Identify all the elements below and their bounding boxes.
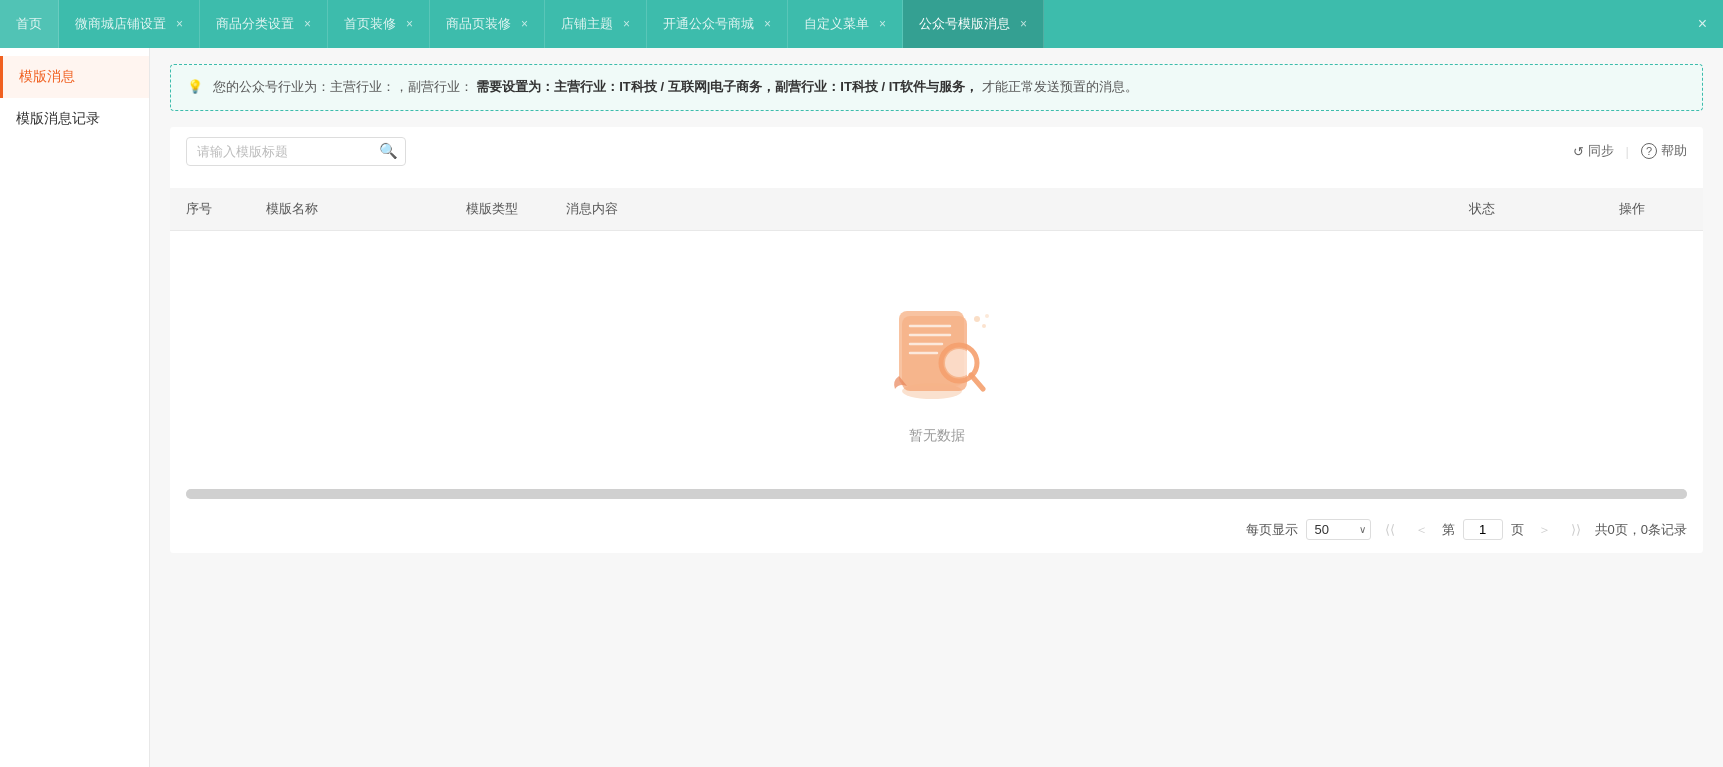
sync-button[interactable]: ↺ 同步 <box>1573 142 1614 160</box>
search-icon: 🔍 <box>379 142 398 159</box>
sidebar: 模版消息 模版消息记录 <box>0 48 150 767</box>
search-button[interactable]: 🔍 <box>379 142 398 160</box>
search-input-wrap: 🔍 <box>186 137 406 166</box>
nav-tab-product-decoration[interactable]: 商品页装修 × <box>430 0 545 48</box>
search-bar: 🔍 ↺ 同步 | ? 帮助 <box>170 127 1703 176</box>
col-action: 操作 <box>1603 188 1703 231</box>
page-unit-label: 页 <box>1511 521 1524 539</box>
last-page-button[interactable]: ⟩⟩ <box>1565 520 1587 539</box>
actions-divider: | <box>1626 144 1629 159</box>
sidebar-item-template-msg[interactable]: 模版消息 <box>0 56 149 98</box>
sidebar-item-template-msg-label: 模版消息 <box>19 68 75 84</box>
sidebar-item-template-msg-record[interactable]: 模版消息记录 <box>0 98 149 140</box>
table-container: 🔍 ↺ 同步 | ? 帮助 <box>170 127 1703 553</box>
close-product-decoration[interactable]: × <box>521 17 528 31</box>
close-store-theme[interactable]: × <box>623 17 630 31</box>
close-category-settings[interactable]: × <box>304 17 311 31</box>
help-icon: ? <box>1641 143 1657 159</box>
nav-tab-store-theme[interactable]: 店铺主题 × <box>545 0 647 48</box>
svg-line-9 <box>971 375 983 389</box>
data-table: 序号 模版名称 模版类型 消息内容 状态 操作 <box>170 188 1703 485</box>
col-name: 模版名称 <box>250 188 450 231</box>
nav-tab-custom-menu-label: 自定义菜单 <box>804 15 869 33</box>
nav-tab-shop-settings[interactable]: 微商城店铺设置 × <box>59 0 200 48</box>
prev-page-button[interactable]: ＜ <box>1409 519 1434 541</box>
notice-banner: 💡 您的公众号行业为：主营行业：，副营行业： 需要设置为：主营行业：IT科技 /… <box>170 64 1703 111</box>
close-open-wechat-mall[interactable]: × <box>764 17 771 31</box>
svg-point-10 <box>974 316 980 322</box>
nav-tab-template-msg-label: 公众号模版消息 <box>919 15 1010 33</box>
empty-text: 暂无数据 <box>909 427 965 445</box>
page-size-select[interactable]: 10 20 50 100 <box>1306 519 1371 540</box>
page-size-label: 每页显示 <box>1246 521 1298 539</box>
empty-illustration <box>877 291 997 411</box>
help-button[interactable]: ? 帮助 <box>1641 142 1687 160</box>
svg-point-11 <box>982 324 986 328</box>
page-size-select-wrap[interactable]: 10 20 50 100 <box>1306 519 1371 540</box>
nav-tab-custom-menu[interactable]: 自定义菜单 × <box>788 0 903 48</box>
nav-tab-product-decoration-label: 商品页装修 <box>446 15 511 33</box>
svg-point-12 <box>985 314 989 318</box>
close-home-decoration[interactable]: × <box>406 17 413 31</box>
close-custom-menu[interactable]: × <box>879 17 886 31</box>
help-label: 帮助 <box>1661 142 1687 160</box>
page-label: 第 <box>1442 521 1455 539</box>
col-content: 消息内容 <box>550 188 1453 231</box>
nav-tab-template-msg[interactable]: 公众号模版消息 × <box>903 0 1044 48</box>
page-number-input[interactable] <box>1463 519 1503 540</box>
nav-tab-open-wechat-mall[interactable]: 开通公众号商城 × <box>647 0 788 48</box>
sync-icon: ↺ <box>1573 144 1584 159</box>
col-index: 序号 <box>170 188 250 231</box>
notice-text-2: 才能正常发送预置的消息。 <box>982 79 1138 94</box>
top-nav-bar: 首页 微商城店铺设置 × 商品分类设置 × 首页装修 × 商品页装修 × 店铺主… <box>0 0 1723 48</box>
sidebar-item-template-msg-record-label: 模版消息记录 <box>16 110 100 126</box>
notice-lightbulb-icon: 💡 <box>187 79 203 94</box>
nav-tab-open-wechat-mall-label: 开通公众号商城 <box>663 15 754 33</box>
search-input[interactable] <box>186 137 406 166</box>
content-area: 💡 您的公众号行业为：主营行业：，副营行业： 需要设置为：主营行业：IT科技 /… <box>150 48 1723 767</box>
empty-state: 暂无数据 <box>170 231 1703 485</box>
nav-tab-shop-settings-label: 微商城店铺设置 <box>75 15 166 33</box>
notice-highlight-text: 需要设置为：主营行业：IT科技 / 互联网|电子商务，副营行业：IT科技 / I… <box>476 79 978 94</box>
close-template-msg[interactable]: × <box>1020 17 1027 31</box>
sync-label: 同步 <box>1588 142 1614 160</box>
nav-tab-home-label: 首页 <box>16 15 42 33</box>
col-status: 状态 <box>1453 188 1603 231</box>
main-layout: 模版消息 模版消息记录 💡 您的公众号行业为：主营行业：，副营行业： 需要设置为… <box>0 48 1723 767</box>
horizontal-scrollbar[interactable] <box>186 489 1687 499</box>
nav-tab-home-decoration-label: 首页装修 <box>344 15 396 33</box>
notice-text-1: 您的公众号行业为：主营行业：，副营行业： <box>213 79 473 94</box>
close-all-tabs-button[interactable]: × <box>1682 15 1723 33</box>
first-page-button[interactable]: ⟨⟨ <box>1379 520 1401 539</box>
nav-tab-category-settings[interactable]: 商品分类设置 × <box>200 0 328 48</box>
nav-tab-home-decoration[interactable]: 首页装修 × <box>328 0 430 48</box>
close-shop-settings[interactable]: × <box>176 17 183 31</box>
pagination-bar: 每页显示 10 20 50 100 ⟨⟨ ＜ 第 页 ＞ ⟩⟩ 共0页，0条记录 <box>170 507 1703 553</box>
nav-tab-store-theme-label: 店铺主题 <box>561 15 613 33</box>
next-page-button[interactable]: ＞ <box>1532 519 1557 541</box>
col-type: 模版类型 <box>450 188 550 231</box>
nav-tab-category-settings-label: 商品分类设置 <box>216 15 294 33</box>
nav-tab-home[interactable]: 首页 <box>0 0 59 48</box>
svg-point-8 <box>945 349 973 377</box>
table-header-row: 序号 模版名称 模版类型 消息内容 状态 操作 <box>170 188 1703 231</box>
page-total-label: 共0页，0条记录 <box>1595 521 1687 539</box>
search-actions: ↺ 同步 | ? 帮助 <box>1573 142 1687 160</box>
